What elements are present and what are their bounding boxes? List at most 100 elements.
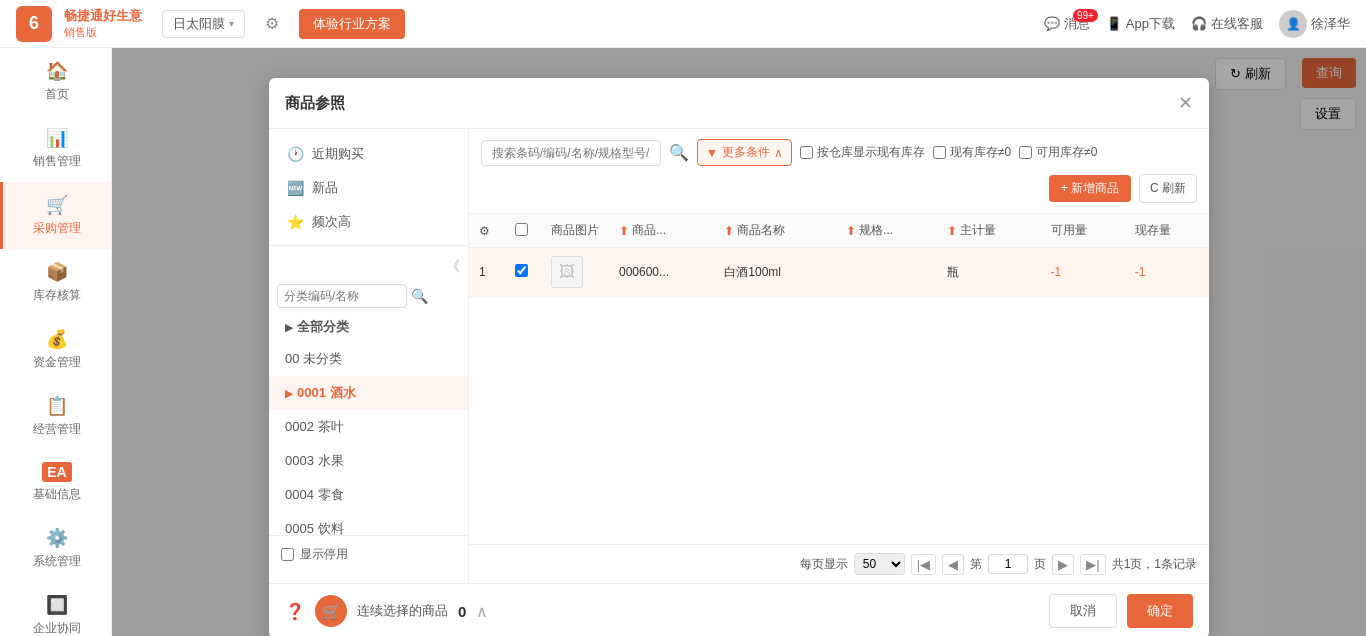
display-disabled-label: 显示停用 xyxy=(300,546,348,563)
sidebar-label-purchase: 采购管理 xyxy=(33,220,81,237)
dialog-header: 商品参照 ✕ xyxy=(269,78,1209,129)
dialog-overlay: 商品参照 ✕ 🕐 近期购买 🆕 xyxy=(112,48,1366,636)
th-code[interactable]: ⬆ 商品... xyxy=(609,214,714,248)
filter-more-button[interactable]: ▼ 更多条件 ∧ xyxy=(697,139,792,166)
dialog-close-button[interactable]: ✕ xyxy=(1178,92,1193,114)
total-info: 共1页，1条记录 xyxy=(1112,556,1197,573)
user-item[interactable]: 👤 徐泽华 xyxy=(1279,10,1350,38)
th-image: 商品图片 xyxy=(541,214,609,248)
check-stock-ne0-label[interactable]: 现有库存≠0 xyxy=(933,144,1011,161)
refresh-product-button[interactable]: C 刷新 xyxy=(1139,174,1197,203)
th-available-label: 可用量 xyxy=(1051,223,1087,237)
th-settings[interactable]: ⚙ xyxy=(469,214,505,248)
sidebar-label-sales: 销售管理 xyxy=(33,153,81,170)
sidebar-item-operations[interactable]: 📋 经营管理 xyxy=(0,383,111,450)
right-panel: 🔍 ▼ 更多条件 ∧ 按仓库显示现有库存 xyxy=(469,129,1209,583)
purchase-icon: 🛒 xyxy=(46,194,68,216)
table-row[interactable]: 1 🖼 000600... 白酒100ml 瓶 xyxy=(469,248,1209,297)
th-spec[interactable]: ⬆ 规格... xyxy=(836,214,937,248)
product-image: 🖼 xyxy=(551,256,583,288)
category-search-input[interactable] xyxy=(277,284,407,308)
category-item-00[interactable]: 00 未分类 xyxy=(269,342,468,376)
help-icon[interactable]: ❓ xyxy=(285,602,305,621)
row-checkbox[interactable] xyxy=(515,264,528,277)
confirm-button[interactable]: 确定 xyxy=(1127,594,1193,628)
product-search-icon[interactable]: 🔍 xyxy=(669,143,689,162)
message-item[interactable]: 💬 消息 99+ xyxy=(1044,15,1090,33)
message-badge: 99+ xyxy=(1073,9,1098,22)
last-page-button[interactable]: ▶| xyxy=(1080,554,1105,575)
select-all-checkbox[interactable] xyxy=(515,223,528,236)
product-table: ⚙ 商品图片 ⬆ 商品... xyxy=(469,214,1209,297)
category-item-0003[interactable]: 0003 水果 xyxy=(269,444,468,478)
th-unit[interactable]: ⬆ 主计量 xyxy=(937,214,1041,248)
category-label-0003: 0003 水果 xyxy=(285,452,344,470)
prev-page-button[interactable]: ◀ xyxy=(942,554,964,575)
store-selector[interactable]: 日太阳膜 ▾ xyxy=(162,10,245,38)
next-page-button[interactable]: ▶ xyxy=(1052,554,1074,575)
try-industry-button[interactable]: 体验行业方案 xyxy=(299,9,405,39)
basic-info-icon: EA xyxy=(42,462,71,482)
category-item-0005[interactable]: 0005 饮料 xyxy=(269,512,468,535)
filter-bar: 🔍 ▼ 更多条件 ∧ 按仓库显示现有库存 xyxy=(469,129,1209,214)
sidebar-item-basic-info[interactable]: EA 基础信息 xyxy=(0,450,111,515)
cell-code: 000600... xyxy=(609,248,714,297)
check-warehouse-label[interactable]: 按仓库显示现有库存 xyxy=(800,144,925,161)
cart-count: 0 xyxy=(458,603,466,620)
sidebar-item-inventory[interactable]: 📦 库存核算 xyxy=(0,249,111,316)
th-name[interactable]: ⬆ 商品名称 xyxy=(714,214,836,248)
cancel-button[interactable]: 取消 xyxy=(1049,594,1117,628)
sidebar-item-finance[interactable]: 💰 资金管理 xyxy=(0,316,111,383)
table-header-row: ⚙ 商品图片 ⬆ 商品... xyxy=(469,214,1209,248)
sidebar-item-purchase[interactable]: 🛒 采购管理 xyxy=(0,182,111,249)
sidebar-item-enterprise[interactable]: 🔲 企业协同 xyxy=(0,582,111,636)
online-service-item[interactable]: 🎧 在线客服 xyxy=(1191,15,1263,33)
filter-more-label: 更多条件 xyxy=(722,144,770,161)
cart-icon[interactable]: 🛒 xyxy=(315,595,347,627)
th-stock: 现存量 xyxy=(1125,214,1209,248)
th-code-label: 商品... xyxy=(632,222,666,239)
first-page-button[interactable]: |◀ xyxy=(911,554,936,575)
check-warehouse-checkbox[interactable] xyxy=(800,146,813,159)
cell-stock: -1 xyxy=(1125,248,1209,297)
page-unit-label: 页 xyxy=(1034,556,1046,573)
per-page-select[interactable]: 50 10 20 100 xyxy=(854,553,905,575)
check-stock-ne0-checkbox[interactable] xyxy=(933,146,946,159)
footer-collapse-icon[interactable]: ∧ xyxy=(476,602,488,621)
sidebar-item-home[interactable]: 🏠 首页 xyxy=(0,48,111,115)
sidebar-item-system[interactable]: ⚙️ 系统管理 xyxy=(0,515,111,582)
cell-spec xyxy=(836,248,937,297)
sort-asc-icon: ⬆ xyxy=(619,224,629,238)
filter-right-actions: + 新增商品 C 刷新 xyxy=(1049,174,1197,203)
check-available-ne0-checkbox[interactable] xyxy=(1019,146,1032,159)
app-download-item[interactable]: 📱 App下载 xyxy=(1106,15,1175,33)
new-icon: 🆕 xyxy=(287,180,304,196)
all-category-item[interactable]: ▶ 全部分类 xyxy=(269,312,468,342)
recent-purchases-item[interactable]: 🕐 近期购买 xyxy=(277,139,460,169)
page-number-input[interactable] xyxy=(988,554,1028,574)
category-item-0001[interactable]: ▶ 0001 酒水 xyxy=(269,376,468,410)
sidebar-item-sales[interactable]: 📊 销售管理 xyxy=(0,115,111,182)
category-item-0004[interactable]: 0004 零食 xyxy=(269,478,468,512)
category-item-0002[interactable]: 0002 茶叶 xyxy=(269,410,468,444)
th-spec-label: 规格... xyxy=(859,222,893,239)
store-arrow-icon: ▾ xyxy=(229,18,234,29)
cell-check[interactable] xyxy=(505,248,541,297)
settings-icon[interactable]: ⚙ xyxy=(257,9,287,39)
left-collapse-icon[interactable]: 《 xyxy=(446,258,460,276)
product-reference-dialog: 商品参照 ✕ 🕐 近期购买 🆕 xyxy=(269,78,1209,636)
frequent-item[interactable]: ⭐ 频次高 xyxy=(277,207,460,237)
category-search-icon[interactable]: 🔍 xyxy=(411,288,428,304)
app-logo: 6 xyxy=(16,6,52,42)
all-category-tri-icon: ▶ xyxy=(285,322,293,333)
th-unit-label: 主计量 xyxy=(960,222,996,239)
product-search-input[interactable] xyxy=(481,140,661,166)
sidebar-label-finance: 资金管理 xyxy=(33,354,81,371)
new-products-item[interactable]: 🆕 新品 xyxy=(277,173,460,203)
add-product-button[interactable]: + 新增商品 xyxy=(1049,175,1131,202)
check-available-ne0-label[interactable]: 可用库存≠0 xyxy=(1019,144,1097,161)
display-disabled-checkbox[interactable] xyxy=(281,548,294,561)
th-check[interactable] xyxy=(505,214,541,248)
cell-name: 白酒100ml xyxy=(714,248,836,297)
cell-image: 🖼 xyxy=(541,248,609,297)
